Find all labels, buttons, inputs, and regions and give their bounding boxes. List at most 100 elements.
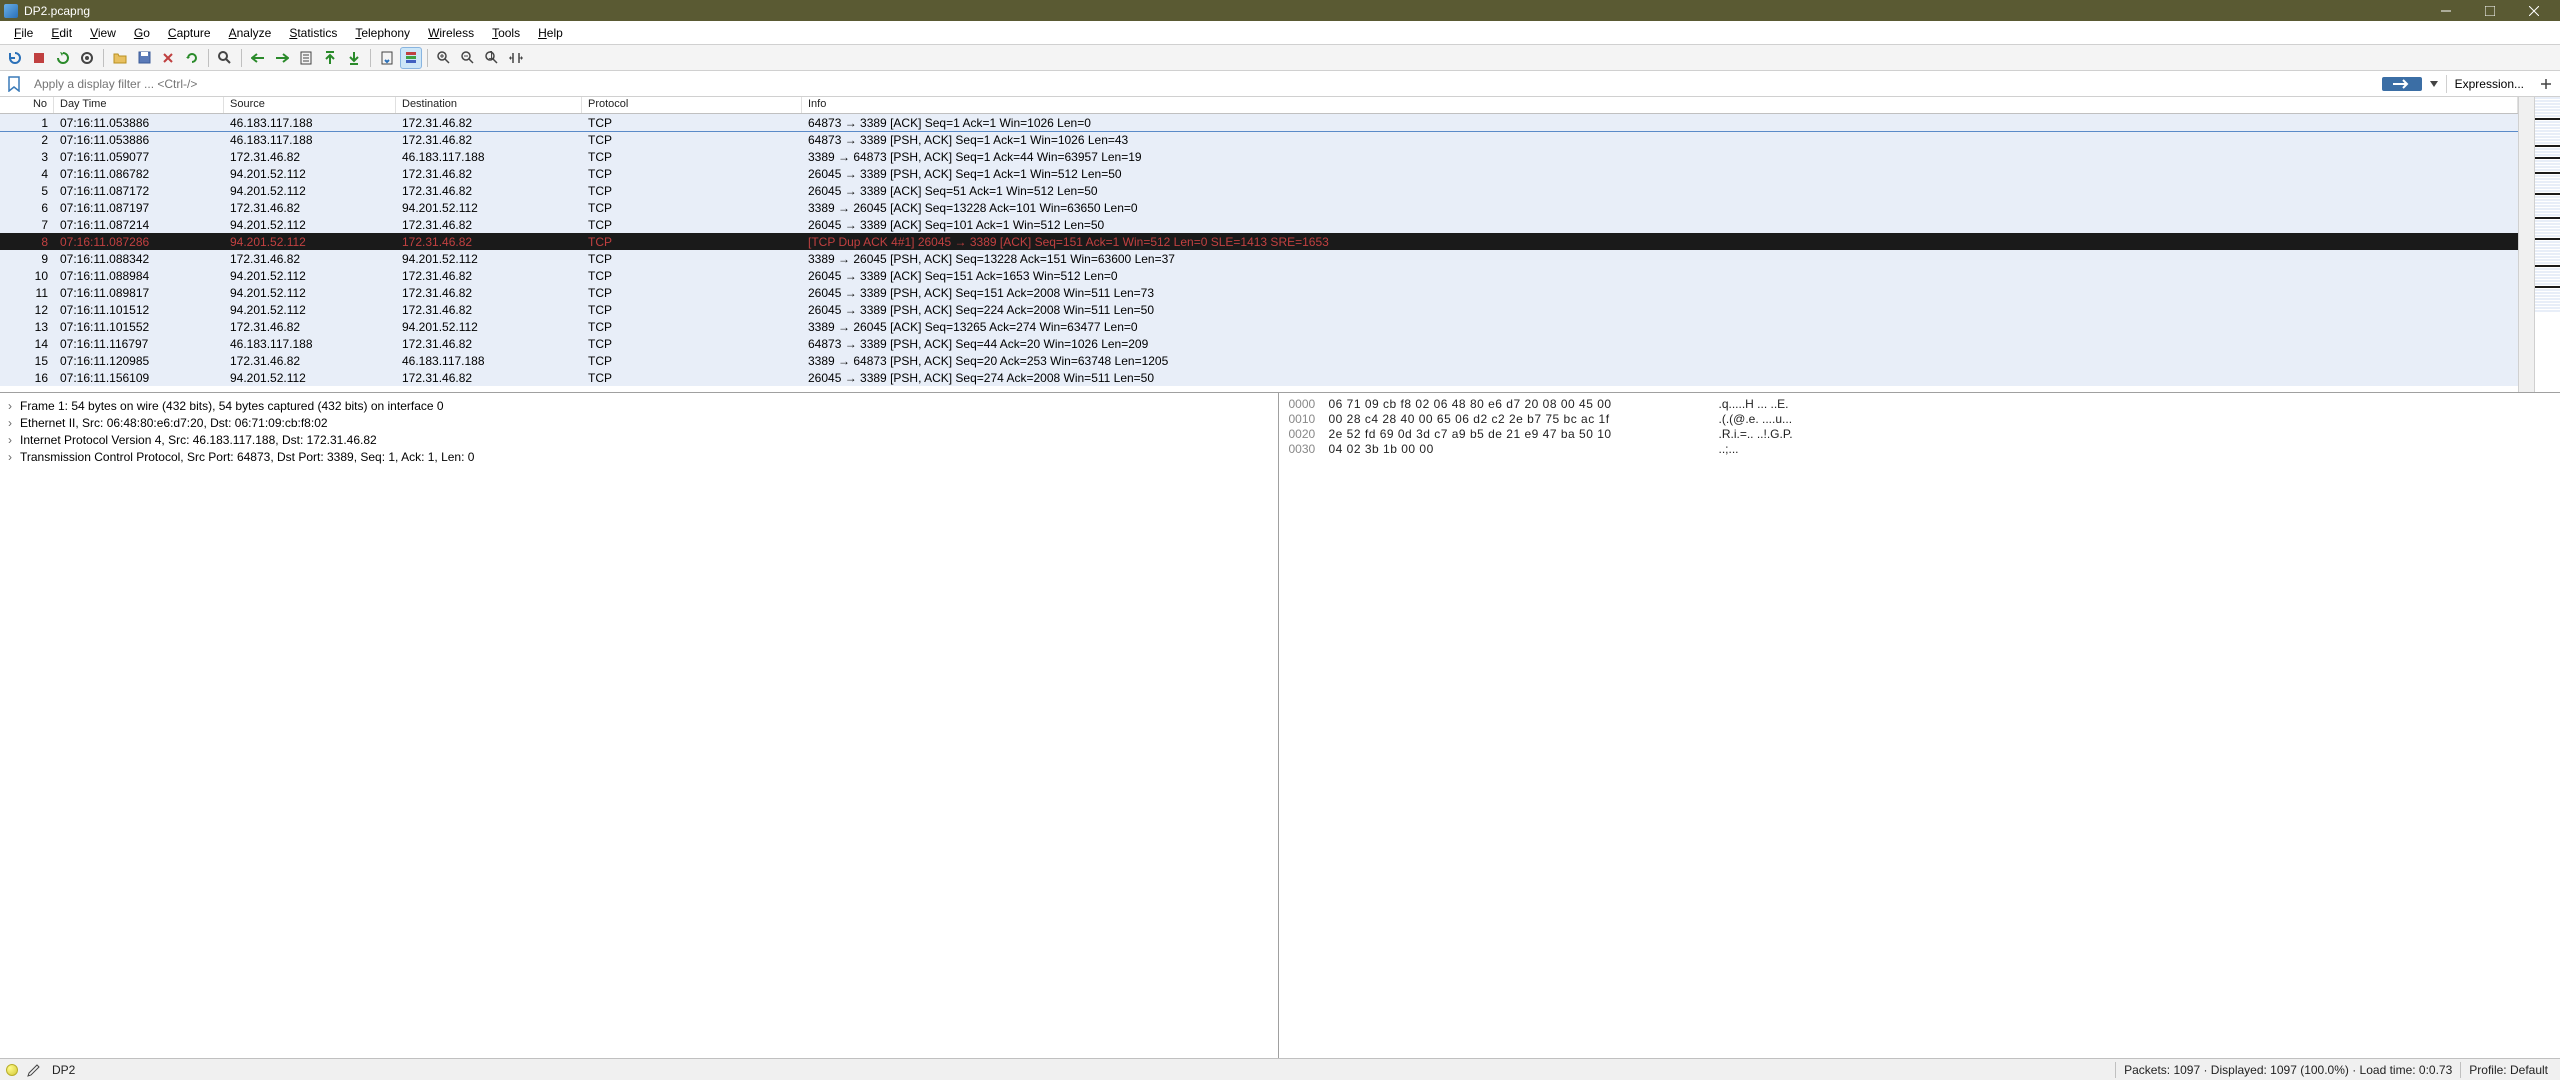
packet-row[interactable]: 407:16:11.08678294.201.52.112172.31.46.8… <box>0 165 2518 182</box>
statusbar-separator <box>2460 1062 2461 1078</box>
minimap-line <box>2535 307 2560 309</box>
expand-icon[interactable]: › <box>8 433 20 447</box>
minimap-line <box>2535 127 2560 129</box>
column-header-destination[interactable]: Destination <box>396 97 582 113</box>
packet-row[interactable]: 1507:16:11.120985172.31.46.8246.183.117.… <box>0 352 2518 369</box>
menu-go[interactable]: Go <box>126 23 158 43</box>
menu-capture[interactable]: Capture <box>160 23 219 43</box>
hex-line[interactable]: 00202e 52 fd 69 0d 3d c7 a9 b5 de 21 e9 … <box>1289 427 2551 442</box>
menu-statistics[interactable]: Statistics <box>281 23 345 43</box>
minimap-line <box>2535 211 2560 213</box>
minimap-line <box>2535 256 2560 258</box>
packet-bytes-hex[interactable]: 000006 71 09 cb f8 02 06 48 80 e6 d7 20 … <box>1279 393 2560 1058</box>
edit-capture-comment-icon[interactable] <box>26 1062 42 1078</box>
zoom-in-button[interactable] <box>433 47 455 69</box>
packet-row[interactable]: 807:16:11.08728694.201.52.112172.31.46.8… <box>0 233 2518 250</box>
expert-info-led[interactable] <box>6 1064 18 1076</box>
tree-item[interactable]: ›Frame 1: 54 bytes on wire (432 bits), 5… <box>8 397 1270 414</box>
packet-list[interactable]: NoDay TimeSourceDestinationProtocolInfo … <box>0 97 2518 392</box>
minimap-line <box>2535 247 2560 249</box>
column-header-protocol[interactable]: Protocol <box>582 97 802 113</box>
column-header-source[interactable]: Source <box>224 97 396 113</box>
minimize-button[interactable] <box>2424 0 2468 21</box>
packet-list-scrollbar[interactable] <box>2518 97 2534 392</box>
packet-list-header[interactable]: NoDay TimeSourceDestinationProtocolInfo <box>0 97 2518 114</box>
minimap-line <box>2535 277 2560 279</box>
colorize-button[interactable] <box>400 47 422 69</box>
restart-capture-button[interactable] <box>52 47 74 69</box>
packet-row[interactable]: 1007:16:11.08898494.201.52.112172.31.46.… <box>0 267 2518 284</box>
profile-label[interactable]: Profile: Default <box>2469 1063 2554 1077</box>
expand-icon[interactable]: › <box>8 399 20 413</box>
tree-item[interactable]: ›Internet Protocol Version 4, Src: 46.18… <box>8 431 1270 448</box>
start-capture-button[interactable] <box>4 47 26 69</box>
apply-filter-button[interactable] <box>2382 77 2422 91</box>
packet-row[interactable]: 1307:16:11.101552172.31.46.8294.201.52.1… <box>0 318 2518 335</box>
menu-tools[interactable]: Tools <box>484 23 528 43</box>
packet-row[interactable]: 907:16:11.088342172.31.46.8294.201.52.11… <box>0 250 2518 267</box>
menu-file[interactable]: File <box>6 23 41 43</box>
tree-item[interactable]: ›Ethernet II, Src: 06:48:80:e6:d7:20, Ds… <box>8 414 1270 431</box>
add-filter-button[interactable] <box>2536 79 2556 89</box>
capture-options-button[interactable] <box>76 47 98 69</box>
packet-row[interactable]: 1407:16:11.11679746.183.117.188172.31.46… <box>0 335 2518 352</box>
find-packet-button[interactable] <box>214 47 236 69</box>
minimap-line <box>2535 121 2560 123</box>
menu-wireless[interactable]: Wireless <box>420 23 482 43</box>
packet-row[interactable]: 507:16:11.08717294.201.52.112172.31.46.8… <box>0 182 2518 199</box>
minimap-line <box>2535 205 2560 207</box>
hex-line[interactable]: 000006 71 09 cb f8 02 06 48 80 e6 d7 20 … <box>1289 397 2551 412</box>
zoom-out-button[interactable] <box>457 47 479 69</box>
close-button[interactable] <box>2512 0 2556 21</box>
column-header-day-time[interactable]: Day Time <box>54 97 224 113</box>
save-file-button[interactable] <box>133 47 155 69</box>
minimap-line <box>2535 292 2560 294</box>
expression-button[interactable]: Expression... <box>2446 75 2532 93</box>
go-to-packet-button[interactable] <box>295 47 317 69</box>
expand-icon[interactable]: › <box>8 450 20 464</box>
go-back-button[interactable] <box>247 47 269 69</box>
display-filter-input[interactable] <box>28 73 2378 95</box>
filter-dropdown-button[interactable] <box>2426 81 2442 87</box>
column-header-info[interactable]: Info <box>802 97 2518 113</box>
expand-icon[interactable]: › <box>8 416 20 430</box>
menu-telephony[interactable]: Telephony <box>347 23 418 43</box>
packet-row[interactable]: 1207:16:11.10151294.201.52.112172.31.46.… <box>0 301 2518 318</box>
hex-line[interactable]: 001000 28 c4 28 40 00 65 06 d2 c2 2e b7 … <box>1289 412 2551 427</box>
resize-columns-button[interactable] <box>505 47 527 69</box>
packet-row[interactable]: 607:16:11.087197172.31.46.8294.201.52.11… <box>0 199 2518 216</box>
menu-analyze[interactable]: Analyze <box>221 23 280 43</box>
packet-row[interactable]: 1107:16:11.08981794.201.52.112172.31.46.… <box>0 284 2518 301</box>
go-forward-button[interactable] <box>271 47 293 69</box>
bookmark-icon[interactable] <box>4 74 24 94</box>
open-file-button[interactable] <box>109 47 131 69</box>
hex-line[interactable]: 003004 02 3b 1b 00 00..;... <box>1289 442 2551 457</box>
minimap-line <box>2535 148 2560 150</box>
packet-row[interactable]: 207:16:11.05388646.183.117.188172.31.46.… <box>0 131 2518 148</box>
minimap-line <box>2535 196 2560 198</box>
maximize-button[interactable] <box>2468 0 2512 21</box>
menu-help[interactable]: Help <box>530 23 571 43</box>
packet-row[interactable]: 307:16:11.059077172.31.46.8246.183.117.1… <box>0 148 2518 165</box>
menu-edit[interactable]: Edit <box>43 23 80 43</box>
auto-scroll-button[interactable] <box>376 47 398 69</box>
packet-row[interactable]: 707:16:11.08721494.201.52.112172.31.46.8… <box>0 216 2518 233</box>
minimap-line <box>2535 304 2560 306</box>
packet-row[interactable]: 1607:16:11.15610994.201.52.112172.31.46.… <box>0 369 2518 386</box>
packet-row[interactable]: 107:16:11.05388646.183.117.188172.31.46.… <box>0 114 2518 131</box>
reload-file-button[interactable] <box>181 47 203 69</box>
go-first-button[interactable] <box>319 47 341 69</box>
packet-details-tree[interactable]: ›Frame 1: 54 bytes on wire (432 bits), 5… <box>0 393 1279 1058</box>
stop-capture-button[interactable] <box>28 47 50 69</box>
zoom-reset-button[interactable]: 1 <box>481 47 503 69</box>
column-header-no[interactable]: No <box>0 97 54 113</box>
packet-list-area: NoDay TimeSourceDestinationProtocolInfo … <box>0 97 2560 393</box>
go-last-button[interactable] <box>343 47 365 69</box>
tree-item[interactable]: ›Transmission Control Protocol, Src Port… <box>8 448 1270 465</box>
menu-view[interactable]: View <box>82 23 124 43</box>
packet-minimap[interactable] <box>2534 97 2560 392</box>
close-file-button[interactable] <box>157 47 179 69</box>
packet-list-body[interactable]: 107:16:11.05388646.183.117.188172.31.46.… <box>0 114 2518 392</box>
toolbar-separator <box>427 49 428 67</box>
minimap-line <box>2535 169 2560 171</box>
